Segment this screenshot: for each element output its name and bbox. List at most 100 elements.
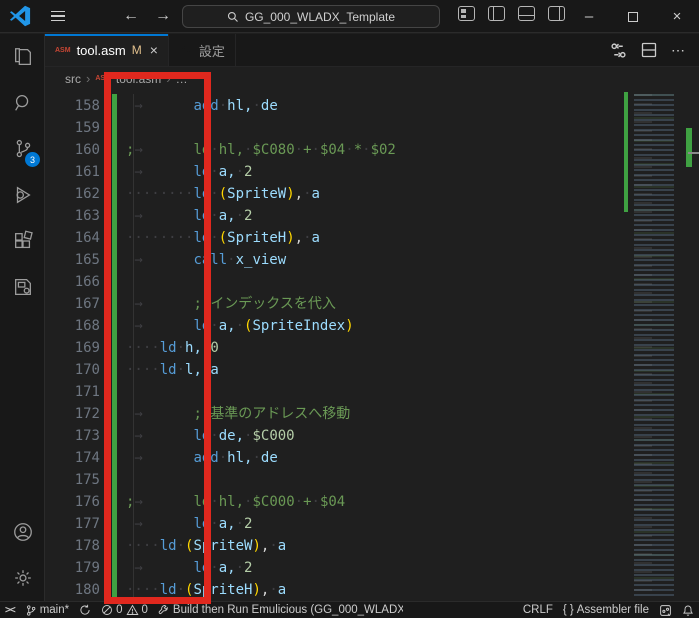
line-number: 163: [74, 208, 100, 224]
code-line[interactable]: 175: [45, 469, 699, 491]
more-actions-icon[interactable]: ⋯: [671, 42, 685, 59]
code-line[interactable]: 180 ····ld·(SpriteH),·a: [45, 579, 699, 601]
settings-gear-icon[interactable]: [0, 555, 45, 601]
warnings-icon: [125, 604, 139, 615]
errors-count: 0: [116, 604, 123, 616]
wrench-icon: [158, 605, 168, 615]
emulator-extension-item[interactable]: [654, 602, 677, 618]
code-line[interactable]: 170 ····ld·l,·a: [45, 359, 699, 381]
search-icon: [227, 11, 238, 22]
tab-label: tool.asm: [76, 42, 126, 58]
code-line[interactable]: 165 → call·x_view: [45, 249, 699, 271]
breadcrumb-symbol[interactable]: …: [176, 72, 188, 86]
close-button[interactable]: ×: [655, 0, 699, 33]
code-line[interactable]: 178 ····ld·(SpriteW),·a: [45, 535, 699, 557]
search-value: GG_000_WLADX_Template: [244, 9, 396, 24]
chevron-right-icon: ›: [86, 71, 91, 86]
code-line[interactable]: 161 → ld·a,·2: [45, 161, 699, 183]
eol-indicator[interactable]: CRLF: [518, 602, 558, 618]
line-number: 178: [74, 538, 100, 554]
git-branch-item[interactable]: main*: [20, 602, 74, 618]
vscode-logo-icon: [9, 5, 31, 27]
code-line[interactable]: 168 → ld·a,·(SpriteIndex): [45, 315, 699, 337]
maximize-button[interactable]: [611, 0, 655, 33]
code-line[interactable]: 164 ········ld·(SpriteH),·a: [45, 227, 699, 249]
minimize-button[interactable]: –: [567, 0, 611, 33]
line-number: 173: [74, 428, 100, 444]
tab-bar: ASM tool.asm M × 設定 ⋯: [45, 34, 699, 67]
nav-forward-icon[interactable]: →: [155, 7, 171, 25]
tab-tool-asm[interactable]: ASM tool.asm M ×: [45, 34, 169, 66]
overview-ruler-position-marker: [688, 152, 699, 154]
tab-close-icon[interactable]: ×: [150, 42, 158, 58]
build-task-item[interactable]: Build then Run Emulicious (GG_000_WLADX_…: [153, 602, 408, 618]
search-sidebar-icon[interactable]: [0, 80, 45, 126]
title-bar: ← → GG_000_WLADX_Template – ×: [0, 0, 699, 33]
run-debug-icon[interactable]: [0, 172, 45, 218]
task-label: Build then Run Emulicious (GG_000_WLADX_…: [172, 604, 403, 616]
editor-pane[interactable]: 158 → add·hl,·de 159 160 ;→ ld·hl,·$C080·+·…: [45, 90, 699, 601]
notifications-item[interactable]: [677, 602, 699, 618]
bell-icon: [683, 605, 693, 616]
nav-back-icon[interactable]: ←: [123, 7, 139, 25]
vscode-window: ← → GG_000_WLADX_Template – × 3 ASM tool…: [0, 0, 699, 618]
toggle-panel-icon[interactable]: [518, 6, 535, 21]
tune-icon: [181, 45, 191, 55]
toggle-sidebar-icon[interactable]: [488, 6, 505, 21]
line-number: 167: [74, 296, 100, 312]
tab-settings[interactable]: 設定: [169, 34, 236, 66]
code-line[interactable]: 173 → ld·de,·$C000: [45, 425, 699, 447]
code-line[interactable]: 166: [45, 271, 699, 293]
code-line[interactable]: 158 → add·hl,·de: [45, 95, 699, 117]
code-line[interactable]: 177 → ld·a,·2: [45, 513, 699, 535]
line-number: 175: [74, 472, 100, 488]
code-line[interactable]: 162 ········ld·(SpriteW),·a: [45, 183, 699, 205]
menu-hamburger-icon[interactable]: [43, 4, 73, 28]
errors-icon: [102, 605, 113, 615]
language-mode-item[interactable]: { } Assembler file: [558, 602, 654, 618]
code-line[interactable]: 171: [45, 381, 699, 403]
customize-layout-icon[interactable]: [458, 6, 475, 21]
code-lines: 158 → add·hl,·de 159 160 ;→ ld·hl,·$C080·+·…: [45, 95, 699, 601]
code-line[interactable]: 174 → add·hl,·de: [45, 447, 699, 469]
code-line[interactable]: 160 ;→ ld·hl,·$C080·+·$04·*·$02: [45, 139, 699, 161]
code-line[interactable]: 159: [45, 117, 699, 139]
sync-icon: [80, 604, 90, 615]
remote-icon: ><: [5, 604, 16, 616]
status-bar: >< main* 0 0 Build then Run Emulicious (…: [0, 601, 699, 618]
command-center-search[interactable]: GG_000_WLADX_Template: [182, 5, 440, 28]
line-number: 164: [74, 230, 100, 246]
scm-badge: 3: [25, 152, 40, 167]
line-number: 159: [74, 120, 100, 136]
tool-file-gear-icon[interactable]: [0, 264, 45, 310]
breadcrumb-src[interactable]: src: [65, 72, 81, 86]
accounts-icon[interactable]: [0, 509, 45, 555]
source-control-icon[interactable]: 3: [0, 126, 45, 172]
explorer-icon[interactable]: [0, 34, 45, 80]
breadcrumb-file[interactable]: tool.asm: [116, 72, 161, 86]
line-number: 158: [74, 98, 100, 114]
overview-ruler-added-marker: [686, 128, 692, 167]
toggle-secondary-sidebar-icon[interactable]: [548, 6, 565, 21]
language-label: Assembler file: [576, 604, 649, 616]
line-number: 176: [74, 494, 100, 510]
code-line[interactable]: 169 ····ld·h,·0: [45, 337, 699, 359]
remote-indicator[interactable]: ><: [0, 602, 20, 618]
code-line[interactable]: 163 → ld·a,·2: [45, 205, 699, 227]
minimap-git-added-bar: [624, 92, 628, 212]
line-number: 180: [74, 582, 100, 598]
code-line[interactable]: 167 → ;·インデックスを代入: [45, 293, 699, 315]
extensions-icon[interactable]: [0, 218, 45, 264]
open-changes-icon[interactable]: [610, 42, 627, 59]
code-line[interactable]: 176 ;→ ld·hl,·$C000·+·$04: [45, 491, 699, 513]
line-number: 172: [74, 406, 100, 422]
problems-item[interactable]: 0 0: [96, 602, 153, 618]
code-line[interactable]: 172 → ;·基準のアドレスへ移動: [45, 403, 699, 425]
minimap[interactable]: [622, 90, 680, 601]
scrollbar[interactable]: [680, 90, 699, 601]
sync-button[interactable]: [74, 602, 96, 618]
chevron-right-icon: ›: [166, 71, 171, 86]
split-editor-icon[interactable]: [641, 42, 657, 58]
code-line[interactable]: 179 → ld·a,·2: [45, 557, 699, 579]
breadcrumb: src › ASM tool.asm › …: [45, 67, 699, 90]
